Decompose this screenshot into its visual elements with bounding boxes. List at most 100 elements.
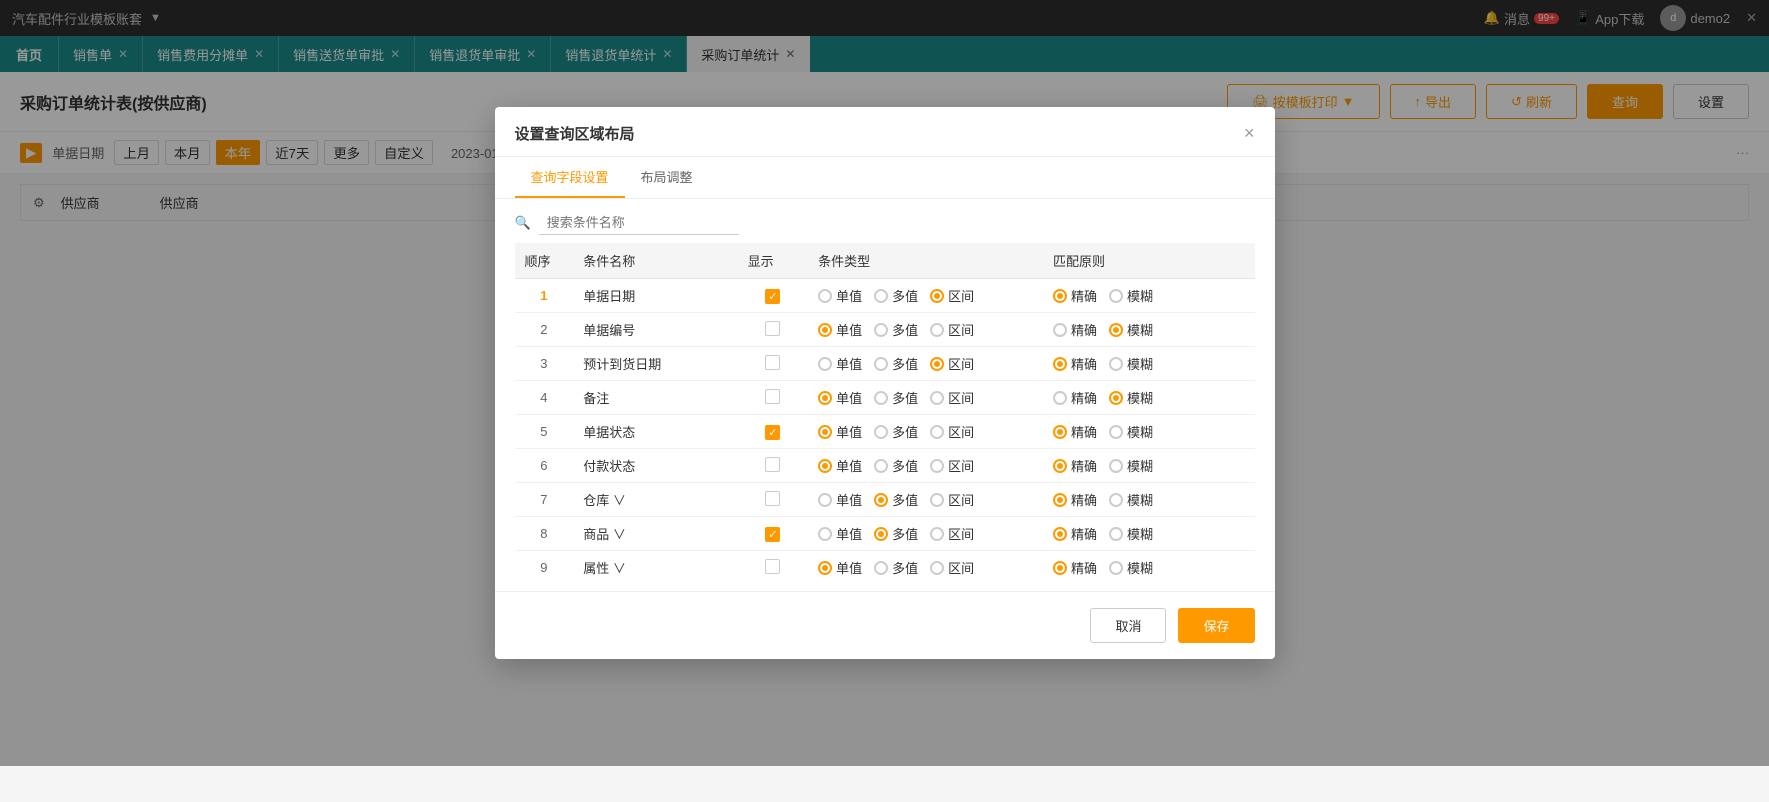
match-fuzzy[interactable]: 模糊 — [1109, 354, 1153, 373]
cond-range-radio — [930, 527, 944, 541]
match-fuzzy-radio — [1109, 493, 1123, 507]
match-exact[interactable]: 精确 — [1053, 422, 1097, 441]
cond-multi-label: 多值 — [892, 422, 918, 441]
match-exact[interactable]: 精确 — [1053, 388, 1097, 407]
cond-single[interactable]: 单值 — [818, 422, 862, 441]
cond-range[interactable]: 区间 — [930, 422, 974, 441]
match-exact[interactable]: 精确 — [1053, 456, 1097, 475]
match-fuzzy[interactable]: 模糊 — [1109, 286, 1153, 305]
match-exact[interactable]: 精确 — [1053, 354, 1097, 373]
cond-single[interactable]: 单值 — [818, 388, 862, 407]
cond-range[interactable]: 区间 — [930, 388, 974, 407]
cond-single[interactable]: 单值 — [818, 456, 862, 475]
cond-range[interactable]: 区间 — [930, 320, 974, 339]
match-exact-radio — [1053, 357, 1067, 371]
row-display-checkbox[interactable] — [765, 355, 780, 370]
row-display-checkbox[interactable] — [765, 527, 780, 542]
save-button[interactable]: 保存 — [1178, 608, 1254, 643]
cond-range[interactable]: 区间 — [930, 524, 974, 543]
cond-type-group: 单值 多值 区间 — [818, 524, 1033, 543]
match-exact-radio — [1053, 391, 1067, 405]
cond-multi-label: 多值 — [892, 388, 918, 407]
dialog-close-btn[interactable]: × — [1244, 123, 1255, 144]
cond-range-radio — [930, 323, 944, 337]
row-display-checkbox[interactable] — [765, 425, 780, 440]
row-display-checkbox[interactable] — [765, 457, 780, 472]
match-fuzzy[interactable]: 模糊 — [1109, 422, 1153, 441]
match-fuzzy[interactable]: 模糊 — [1109, 558, 1153, 577]
match-fuzzy-label: 模糊 — [1127, 558, 1153, 577]
cond-multi-radio — [874, 493, 888, 507]
cond-multi[interactable]: 多值 — [874, 490, 918, 509]
cond-range-radio — [930, 425, 944, 439]
cond-type-group: 单值 多值 区间 — [818, 490, 1033, 509]
match-fuzzy[interactable]: 模糊 — [1109, 388, 1153, 407]
cond-multi-label: 多值 — [892, 286, 918, 305]
cond-single[interactable]: 单值 — [818, 286, 862, 305]
tab-layout-adjust[interactable]: 布局调整 — [625, 157, 709, 198]
cond-multi[interactable]: 多值 — [874, 456, 918, 475]
cond-multi[interactable]: 多值 — [874, 422, 918, 441]
match-fuzzy[interactable]: 模糊 — [1109, 320, 1153, 339]
cond-multi[interactable]: 多值 — [874, 388, 918, 407]
match-fuzzy[interactable]: 模糊 — [1109, 456, 1153, 475]
cond-multi-radio — [874, 391, 888, 405]
match-exact[interactable]: 精确 — [1053, 320, 1097, 339]
cond-single-radio — [818, 357, 832, 371]
row-name: 仓库 ∨ — [583, 493, 626, 508]
match-rule-group: 精确 模糊 — [1053, 524, 1244, 543]
cond-multi[interactable]: 多值 — [874, 354, 918, 373]
match-exact-label: 精确 — [1071, 490, 1097, 509]
match-fuzzy-radio — [1109, 527, 1123, 541]
cond-range[interactable]: 区间 — [930, 354, 974, 373]
cancel-button[interactable]: 取消 — [1090, 608, 1166, 643]
tab-field-settings[interactable]: 查询字段设置 — [515, 157, 625, 198]
row-name: 商品 ∨ — [583, 527, 626, 542]
row-display-checkbox[interactable] — [765, 321, 780, 336]
table-row: 2 单据编号 单值 — [515, 313, 1255, 347]
match-exact-radio — [1053, 459, 1067, 473]
cond-single[interactable]: 单值 — [818, 354, 862, 373]
row-display-checkbox[interactable] — [765, 389, 780, 404]
cond-multi[interactable]: 多值 — [874, 558, 918, 577]
row-display-checkbox[interactable] — [765, 289, 780, 304]
cond-type-group: 单值 多值 区间 — [818, 354, 1033, 373]
match-exact-radio — [1053, 425, 1067, 439]
match-fuzzy-radio — [1109, 459, 1123, 473]
match-exact-radio — [1053, 527, 1067, 541]
cond-single[interactable]: 单值 — [818, 320, 862, 339]
match-fuzzy[interactable]: 模糊 — [1109, 490, 1153, 509]
cond-range-radio — [930, 493, 944, 507]
cond-multi-radio — [874, 323, 888, 337]
cond-single[interactable]: 单值 — [818, 524, 862, 543]
match-exact[interactable]: 精确 — [1053, 524, 1097, 543]
table-row: 1 单据日期 单值 — [515, 279, 1255, 313]
search-input[interactable] — [539, 211, 739, 235]
row-order: 8 — [540, 526, 547, 541]
cond-type-group: 单值 多值 区间 — [818, 422, 1033, 441]
table-row: 8 商品 ∨ 单值 — [515, 517, 1255, 551]
cond-range[interactable]: 区间 — [930, 286, 974, 305]
cond-single-label: 单值 — [836, 524, 862, 543]
cond-multi[interactable]: 多值 — [874, 524, 918, 543]
cond-range[interactable]: 区间 — [930, 490, 974, 509]
cond-single[interactable]: 单值 — [818, 558, 862, 577]
match-exact[interactable]: 精确 — [1053, 490, 1097, 509]
match-fuzzy[interactable]: 模糊 — [1109, 524, 1153, 543]
cond-single-label: 单值 — [836, 422, 862, 441]
match-exact[interactable]: 精确 — [1053, 286, 1097, 305]
match-rule-group: 精确 模糊 — [1053, 422, 1244, 441]
th-order: 顺序 — [515, 243, 574, 279]
cond-range[interactable]: 区间 — [930, 558, 974, 577]
cond-range[interactable]: 区间 — [930, 456, 974, 475]
match-exact[interactable]: 精确 — [1053, 558, 1097, 577]
cond-single[interactable]: 单值 — [818, 490, 862, 509]
match-fuzzy-radio — [1109, 357, 1123, 371]
row-display-checkbox[interactable] — [765, 491, 780, 506]
cond-multi[interactable]: 多值 — [874, 286, 918, 305]
row-display-checkbox[interactable] — [765, 559, 780, 574]
cond-multi[interactable]: 多值 — [874, 320, 918, 339]
match-fuzzy-label: 模糊 — [1127, 490, 1153, 509]
match-exact-label: 精确 — [1071, 456, 1097, 475]
cond-range-label: 区间 — [948, 456, 974, 475]
